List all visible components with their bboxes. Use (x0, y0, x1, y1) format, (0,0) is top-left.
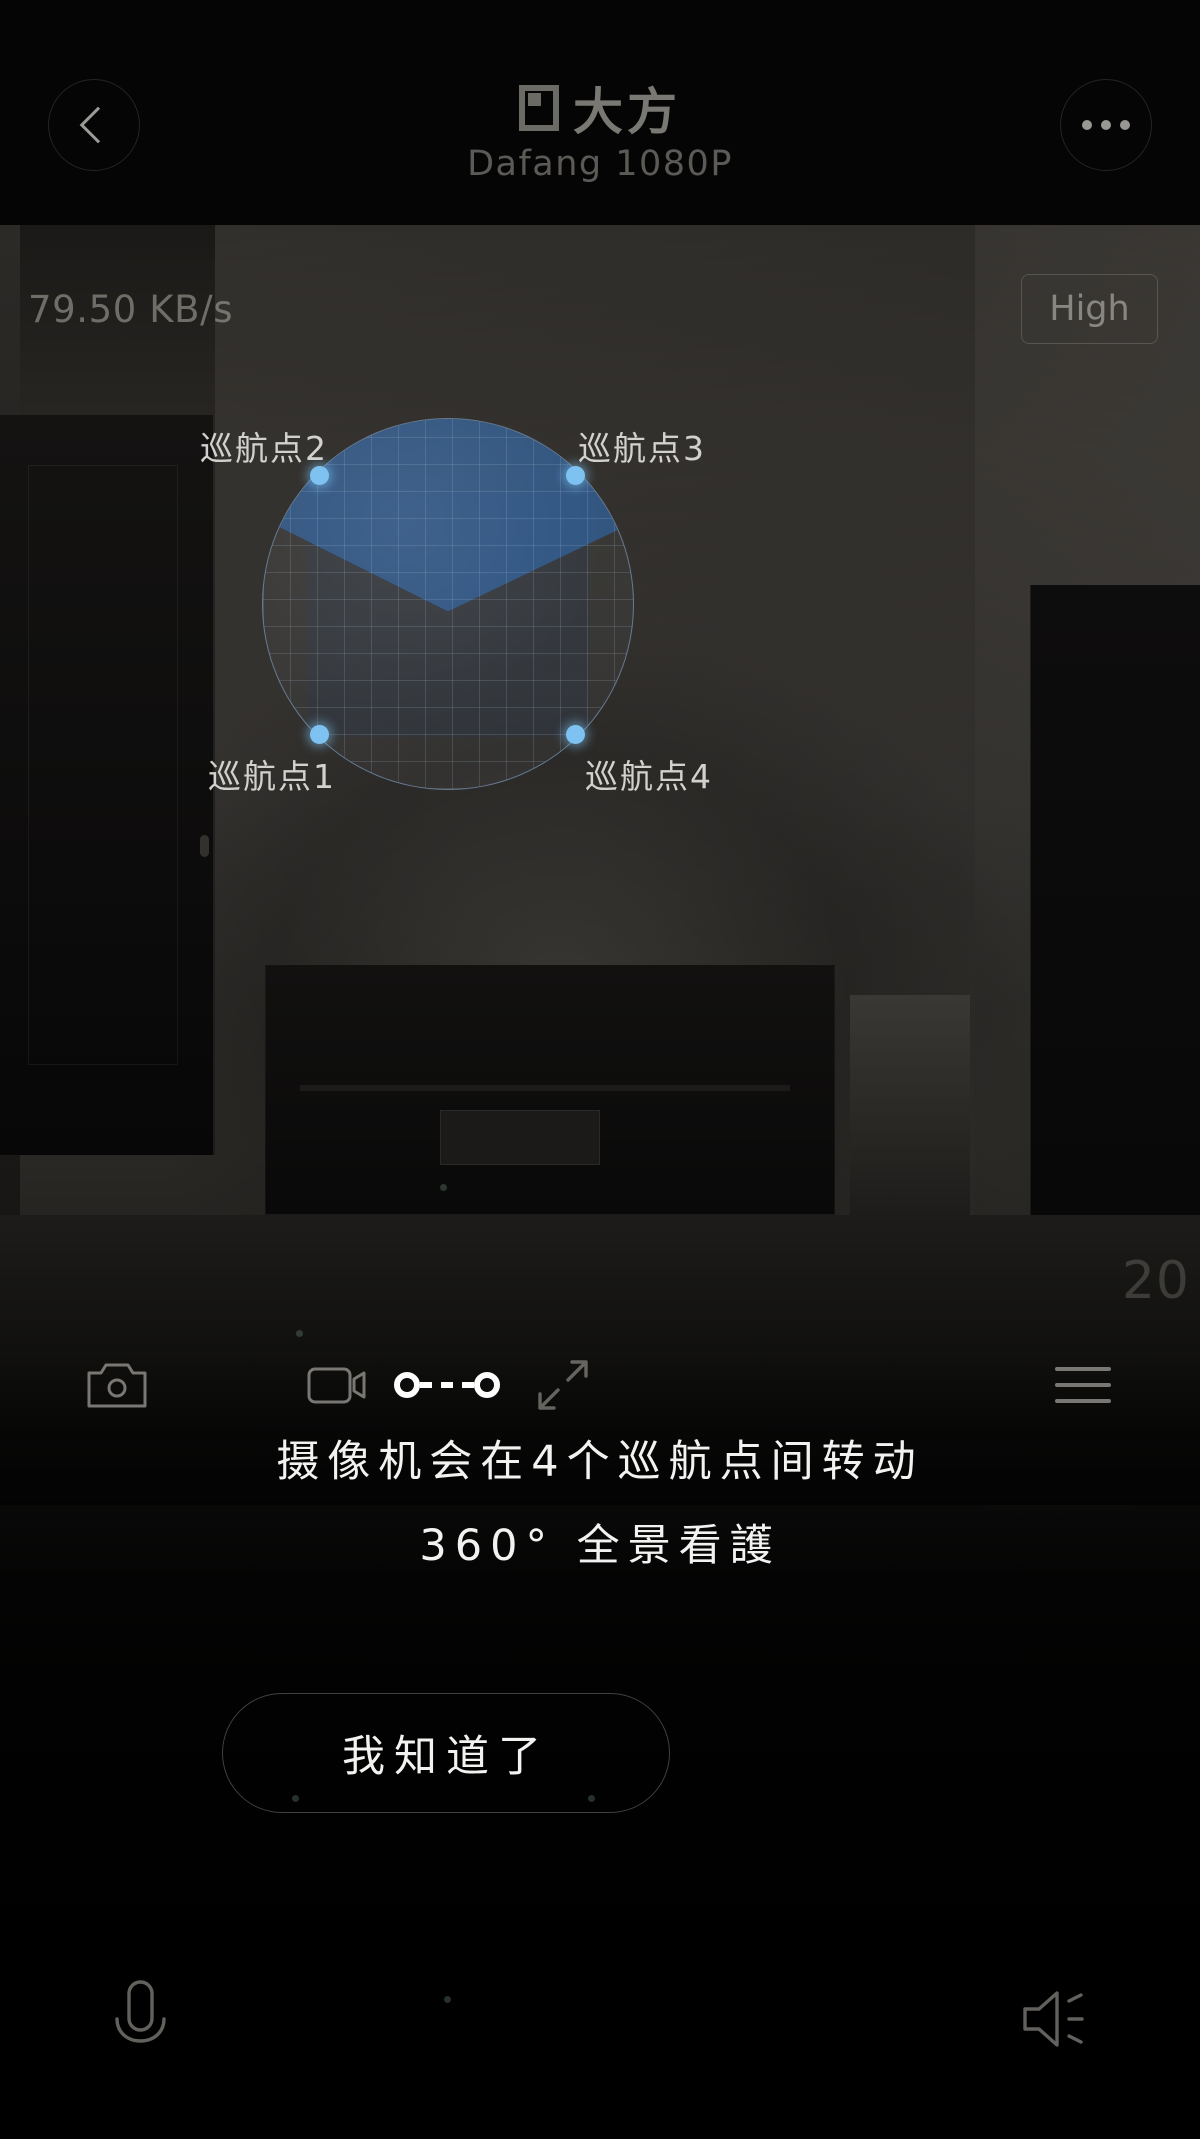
cruise-point-label-2: 巡航点2 (200, 429, 328, 468)
video-control-toolbar (0, 1330, 1200, 1440)
cruise-point-label-1: 巡航点1 (208, 757, 336, 796)
record-button[interactable] (282, 1330, 392, 1440)
room-speaker-tower (850, 995, 970, 1225)
room-door-knob (200, 835, 209, 857)
stream-quality-label: High (1049, 289, 1130, 329)
room-door-panel (28, 465, 178, 1065)
bitrate-value: 79.50 KB/s (28, 288, 234, 331)
camera-icon (87, 1363, 147, 1408)
stream-watermark: 20 (1121, 1251, 1190, 1311)
cruise-point-dot-4[interactable] (566, 725, 585, 744)
speaker-icon (1023, 1991, 1084, 2047)
snapshot-button[interactable] (62, 1330, 172, 1440)
cruise-point-label-3: 巡航点3 (578, 429, 706, 468)
cruise-point-label-4: 巡航点4 (585, 757, 713, 796)
more-controls-button[interactable] (1028, 1330, 1138, 1440)
cruise-mode-button[interactable] (392, 1330, 502, 1440)
got-it-button[interactable]: 我知道了 (222, 1693, 670, 1813)
room-tv-shelf (300, 1085, 790, 1091)
hamburger-menu-icon (1055, 1367, 1111, 1403)
more-options-button[interactable] (1060, 79, 1152, 171)
stream-quality-button[interactable]: High (1021, 274, 1158, 344)
more-options-icon (1082, 120, 1130, 130)
video-camera-icon (307, 1367, 366, 1404)
cruise-tip-line-2: 360° 全景看護 (419, 1521, 781, 1571)
fullscreen-button[interactable] (508, 1330, 618, 1440)
bottom-action-bar (0, 1899, 1200, 2139)
room-cabinet (1030, 585, 1200, 1225)
cruise-point-dot-1[interactable] (310, 725, 329, 744)
device-model-label: Dafang 1080P (467, 144, 733, 184)
talk-button[interactable] (80, 1959, 200, 2079)
cruise-tip-line-1: 摄像机会在4个巡航点间转动 (276, 1437, 924, 1487)
app-header: 大方 Dafang 1080P (0, 0, 1200, 225)
brand-title: 大方 (0, 72, 1200, 144)
got-it-button-label: 我知道了 (342, 1732, 550, 1782)
cruise-path-icon (394, 1372, 500, 1398)
dafang-logo-icon (519, 85, 559, 131)
bitrate-indicator: 79.50 KB/s (28, 288, 233, 331)
camera-live-view-screen: 20 大方 Dafang 1080P 79.50 KB/s High 巡航点1 … (0, 0, 1200, 2139)
speaker-button[interactable] (1000, 1959, 1120, 2079)
fullscreen-expand-icon (538, 1360, 588, 1410)
room-tv-box (440, 1110, 600, 1165)
brand-name: 大方 (573, 83, 681, 141)
particle-dot (440, 1184, 447, 1191)
microphone-icon (115, 1980, 166, 2043)
